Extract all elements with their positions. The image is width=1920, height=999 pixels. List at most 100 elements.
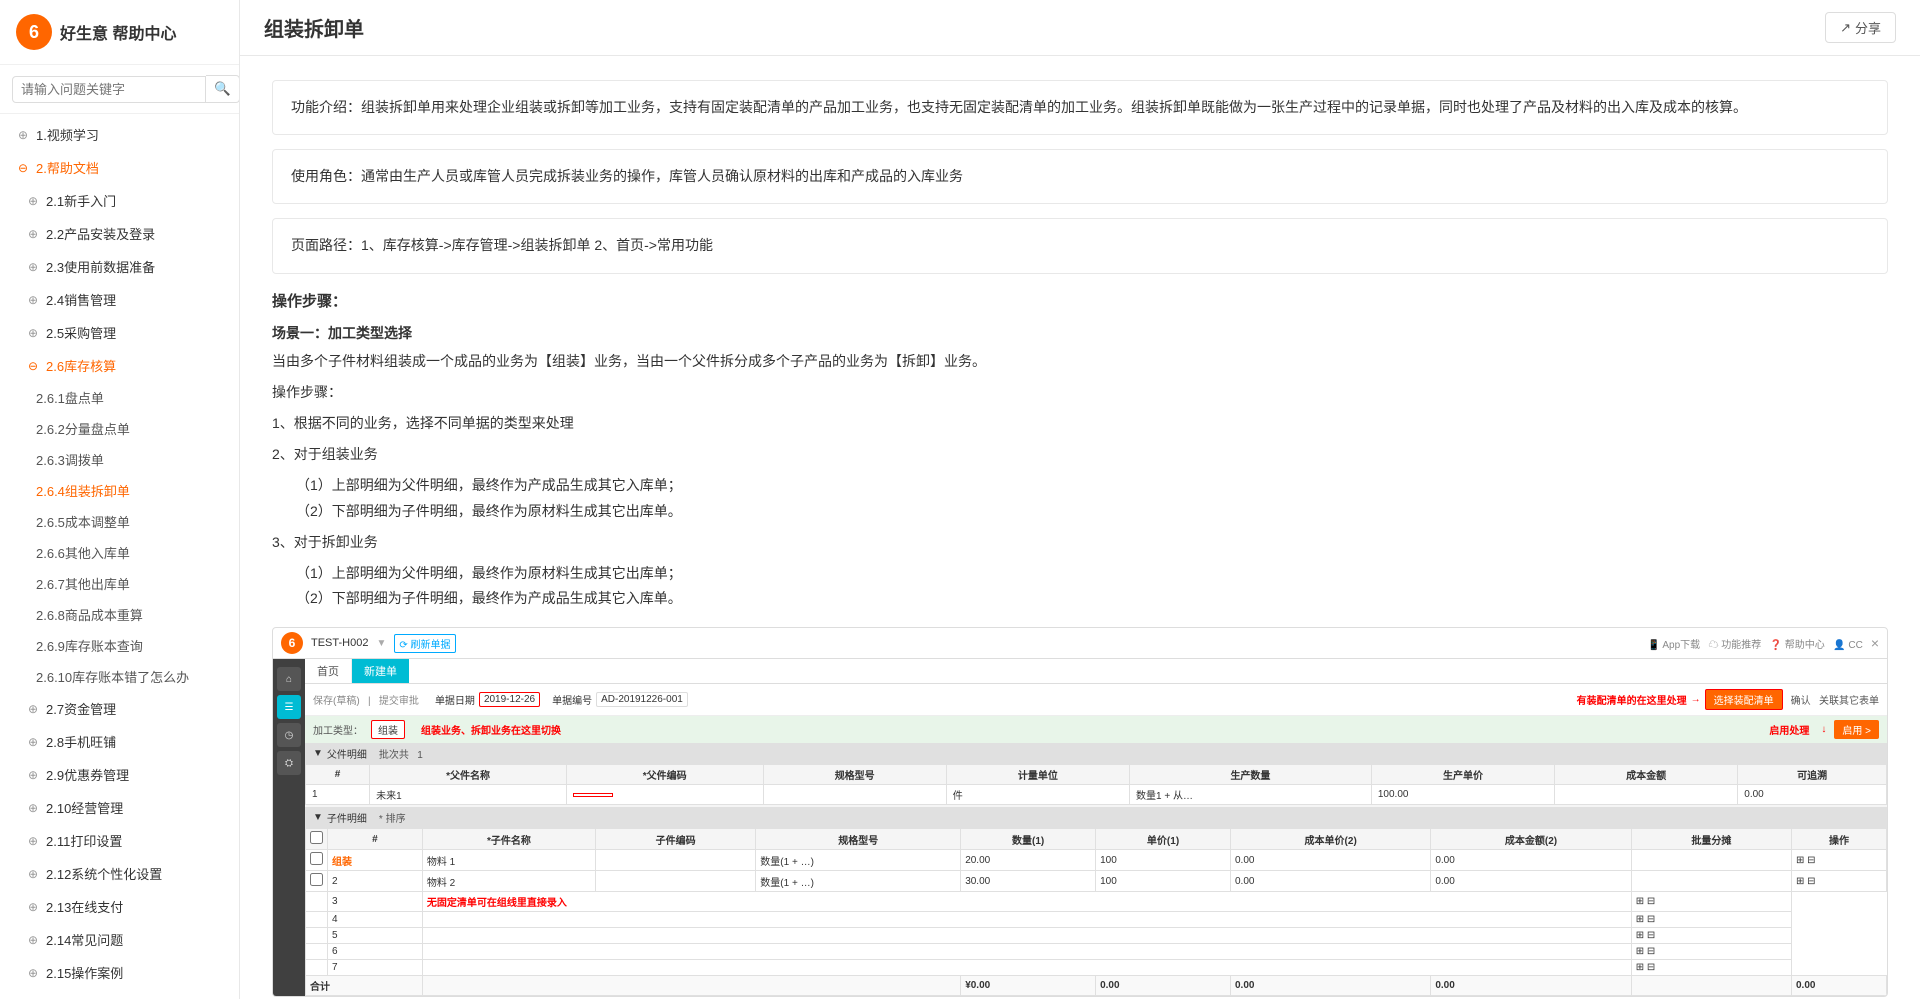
sidebar-label: 2.6库存核算 [46, 356, 116, 375]
sidebar-item-capital[interactable]: ⊕2.7资金管理 [0, 692, 239, 725]
mock-tab-home: 首页 [305, 659, 352, 683]
share-icon: ↗ [1840, 20, 1851, 36]
sidebar-item-outother[interactable]: 2.6.7其他出库单 [0, 568, 239, 599]
sidebar-item-adjust[interactable]: 2.6.3调拨单 [0, 444, 239, 475]
mock-crow-empty7 [422, 960, 1631, 976]
mock-crow-num6: 6 [328, 944, 423, 960]
sidebar-item-inventory[interactable]: ⊖ 2.6库存核算 [0, 349, 239, 382]
sidebar-item-mobile[interactable]: ⊕2.8手机旺铺 [0, 725, 239, 758]
mock-crow-batch2 [1631, 871, 1791, 892]
sidebar-label: 2.12系统个性化设置 [46, 864, 162, 883]
expand-icon: ⊕ [26, 260, 40, 274]
mock-select-all[interactable] [310, 831, 323, 844]
mock-td-r1: 1 [306, 785, 370, 805]
mock-td-price1: 100.00 [1371, 785, 1554, 805]
mock-crow-op7: ⊞ ⊟ [1631, 960, 1791, 976]
sidebar-item-stockcheck[interactable]: 2.6.9库存账本查询 [0, 630, 239, 661]
logo-icon: 6 [16, 14, 52, 50]
share-label: 分享 [1855, 18, 1881, 37]
step2-sub1: （1）上部明细为父件明细，最终作为产成品生成其它入库单； [296, 473, 1888, 498]
sidebar-item-customize[interactable]: ⊕2.12系统个性化设置 [0, 857, 239, 890]
sidebar-item-inother[interactable]: 2.6.6其他入库单 [0, 537, 239, 568]
sidebar-item-newcomer[interactable]: ⊕2.1新手入门 [0, 184, 239, 217]
expand-icon: ⊕ [26, 768, 40, 782]
mock-crow-qty1: 20.00 [961, 850, 1096, 871]
sidebar-label: 2.13在线支付 [46, 897, 123, 916]
mock-nav-icon-3: ◷ [277, 723, 301, 747]
sidebar-item-print[interactable]: ⊕2.11打印设置 [0, 824, 239, 857]
sidebar-item-ops[interactable]: ⊕2.10经营管理 [0, 791, 239, 824]
mock-confirm-btn: 确认 关联其它表单 [1791, 692, 1879, 707]
mock-th-p8: 可追溯 [1738, 765, 1887, 785]
mock-cth-cb [306, 829, 328, 850]
mock-td-amount1 [1555, 785, 1738, 805]
search-input[interactable] [12, 76, 206, 103]
sidebar-item-video[interactable]: ⊕1.视频学习 [0, 118, 239, 151]
sidebar-item-purchase[interactable]: ⊕2.5采购管理 [0, 316, 239, 349]
sidebar-label: 2.9优惠券管理 [46, 765, 129, 784]
sidebar-item-sales[interactable]: ⊕2.4销售管理 [0, 283, 239, 316]
mock-td-name1: 未来1 [370, 785, 567, 805]
mock-bom-button[interactable]: 选择装配清单 [1705, 689, 1783, 710]
mock-close-icon: × [1871, 635, 1879, 651]
sidebar-item-cases[interactable]: ⊕2.15操作案例 [0, 956, 239, 989]
sidebar-item-coupon[interactable]: ⊕ 2.9优惠券管理 [0, 758, 239, 791]
mock-th-p7: 成本金额 [1555, 765, 1738, 785]
callout5-label: 无固定清单可在组线里直接录入 [422, 892, 1631, 912]
mock-crow-num4: 4 [328, 912, 423, 928]
mock-date-label: 单据日期 [435, 692, 475, 707]
sidebar-item-install[interactable]: ⊕ 2.2产品安装及登录 [0, 217, 239, 250]
expand-icon: ⊕ [26, 227, 40, 241]
mock-form-header: 保存(草稿) | 提交审批 单据日期 2019-12-26 单据编号 AD-20… [305, 684, 1887, 716]
sidebar-item-predata[interactable]: ⊕2.3使用前数据准备 [0, 250, 239, 283]
mock-crow-op2: ⊞ ⊟ [1792, 871, 1887, 892]
callout4-label: 启用处理 [1769, 722, 1809, 737]
nav-section: ⊕1.视频学习⊖2.帮助文档⊕2.1新手入门 ⊕ 2.2产品安装及登录 ⊕2.3使用前… [0, 114, 239, 993]
mock-crow-op3: ⊞ ⊟ [1631, 892, 1791, 912]
mock-crow-camount2: 0.00 [1431, 871, 1631, 892]
expand-icon: ⊖ [16, 161, 30, 175]
mock-parent-toggle: ▼ 父件明细 批次共 1 [305, 743, 1887, 764]
sidebar-item-assembly[interactable]: 2.6.4组装拆卸单 [0, 475, 239, 506]
sidebar-item-stocktake[interactable]: 2.6.1盘点单 [0, 382, 239, 413]
mock-footer-total6: 0.00 [1792, 976, 1887, 996]
sidebar-item-faq[interactable]: ⊕2.14常见问题 [0, 923, 239, 956]
sidebar-label: 2.2产品安装及登录 [46, 224, 155, 243]
mock-td-spec1 [763, 785, 946, 805]
search-button[interactable]: 🔍 [206, 75, 240, 103]
path-block: 页面路径：1、库存核算->库存管理->组装拆卸单 2、首页->常用功能 [272, 218, 1888, 273]
sidebar-item-partial[interactable]: 2.6.2分量盘点单 [0, 413, 239, 444]
top-bar: 组装拆卸单 ↗ 分享 [240, 0, 1920, 56]
mock-crow-num5: 5 [328, 928, 423, 944]
sidebar-item-payment[interactable]: ⊕ 2.13在线支付 [0, 890, 239, 923]
mock-td-unit1: 件 [946, 785, 1129, 805]
step3-sub1: （1）上部明细为父件明细，最终作为原材料生成其它出库单； [296, 561, 1888, 586]
mock-cth-qty1: 数量(1) [961, 829, 1096, 850]
mock-cth-camount: 成本金额(2) [1431, 829, 1631, 850]
mock-id-value: AD-20191226-001 [596, 692, 688, 707]
mock-cth-cprice: 成本单价(2) [1231, 829, 1431, 850]
mock-cth-batch: 批量分摊 [1631, 829, 1791, 850]
mock-row2-cb[interactable] [310, 873, 323, 886]
mock-nav-icon-4: ⛭ [277, 751, 301, 775]
mock-crow-code2 [595, 871, 755, 892]
sidebar-item-stockerror[interactable]: 2.6.10库存账本错了怎么办 [0, 661, 239, 692]
expand-icon: ⊕ [26, 900, 40, 914]
mock-enable-btn[interactable]: 启用 > [1834, 720, 1879, 739]
mock-main-content: 首页 新建单 保存(草稿) | 提交审批 单据日期 2019-12-26 单据编… [305, 659, 1887, 996]
share-button[interactable]: ↗ 分享 [1825, 12, 1896, 43]
expand-icon: ⊖ [26, 359, 40, 373]
expand-icon: ⊕ [26, 326, 40, 340]
sidebar-item-cost[interactable]: 2.6.5成本调整单 [0, 506, 239, 537]
mock-footer-label: 合计 [306, 976, 423, 996]
mock-th-p2: *父件编码 [566, 765, 763, 785]
mock-row1-cb[interactable] [310, 852, 323, 865]
mock-crow-batch1 [1631, 850, 1791, 871]
mock-th-num: # [306, 765, 370, 785]
mock-refresh-icon: ⟳ 刷新单据 [394, 634, 455, 653]
sidebar-item-docs[interactable]: ⊖2.帮助文档 [0, 151, 239, 184]
sidebar-item-goodscost[interactable]: 2.6.8商品成本重算 [0, 599, 239, 630]
mock-crow-empty5 [422, 928, 1631, 944]
mock-crow-empty6 [422, 944, 1631, 960]
mock-tab-new: 新建单 [352, 659, 409, 683]
